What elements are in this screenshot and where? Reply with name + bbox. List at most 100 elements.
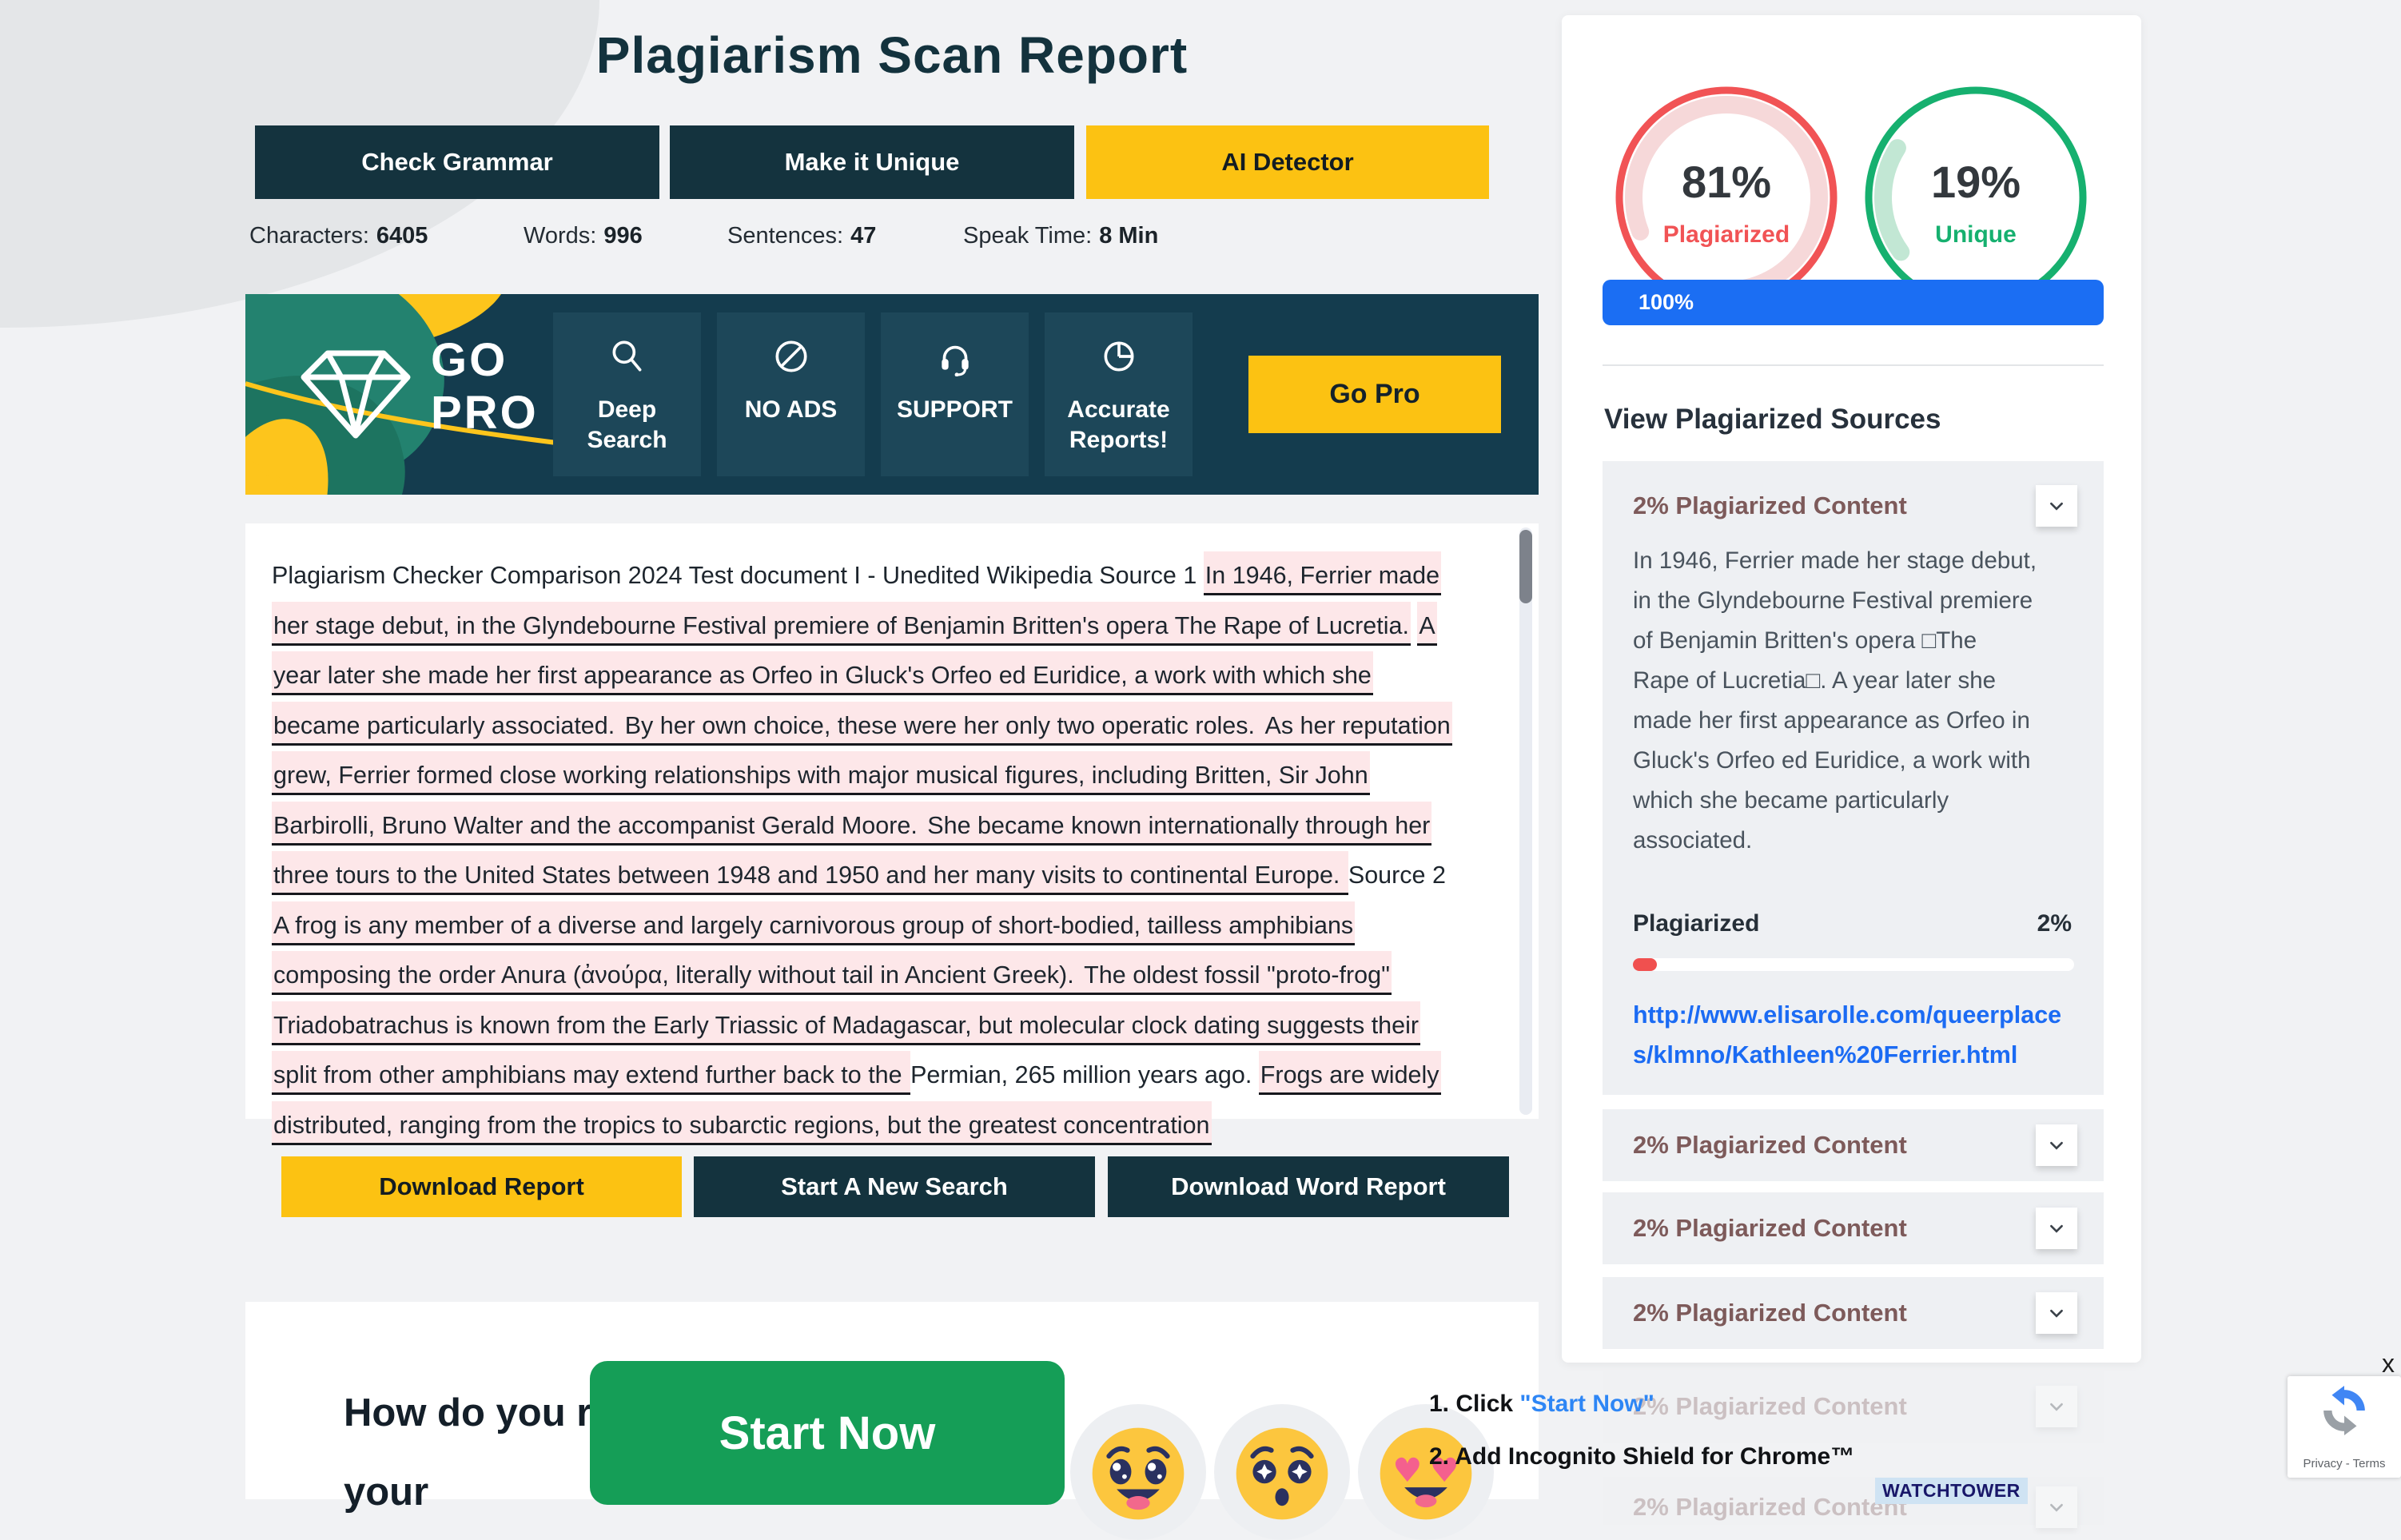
main-column: Plagiarism Scan Report Check Grammar Mak… bbox=[245, 0, 1539, 1499]
source-excerpt: In 1946, Ferrier made her stage debut, i… bbox=[1633, 541, 2039, 861]
recaptcha-icon bbox=[2319, 1386, 2369, 1435]
headset-icon bbox=[935, 336, 975, 376]
chevron-down-icon bbox=[2049, 1403, 2064, 1411]
feature-no-ads: NO ADS bbox=[717, 312, 865, 476]
source-card-collapsed: 2% Plagiarized Content bbox=[1603, 1192, 2104, 1264]
go-pro-wordmark: GO PRO bbox=[431, 334, 539, 440]
stat-sentences: Sentences:47 bbox=[727, 223, 876, 249]
scanned-document-text: Plagiarism Checker Comparison 2024 Test … bbox=[272, 551, 1455, 1150]
source-card-title: 2% Plagiarized Content bbox=[1633, 1131, 1907, 1160]
chevron-down-icon bbox=[2049, 1503, 2064, 1512]
source-meter-label: Plagiarized bbox=[1633, 910, 1759, 937]
stat-words: Words:996 bbox=[524, 223, 643, 249]
start-new-search-button[interactable]: Start A New Search bbox=[694, 1156, 1095, 1217]
sources-heading: View Plagiarized Sources bbox=[1604, 404, 1941, 436]
watchtower-logo: WATCHTOWER bbox=[1875, 1478, 2028, 1504]
scanned-document-panel: Plagiarism Checker Comparison 2024 Test … bbox=[245, 523, 1539, 1119]
text-run: Source 2 bbox=[1348, 862, 1446, 889]
no-ads-icon bbox=[771, 336, 811, 376]
source-card-title: 2% Plagiarized Content bbox=[1633, 1493, 1907, 1522]
collapse-source-button[interactable] bbox=[2036, 485, 2077, 527]
unique-gauge-value: 19% bbox=[1862, 156, 2089, 208]
rating-option[interactable]: ♥ ♥ bbox=[1358, 1404, 1494, 1540]
source-meter-track bbox=[1633, 958, 2074, 971]
start-now-button[interactable]: Start Now bbox=[590, 1361, 1065, 1505]
chevron-down-icon bbox=[2049, 1224, 2064, 1233]
source-card-collapsed-faded: 2% Plagiarized Content bbox=[1603, 1477, 2104, 1525]
source-card-collapsed: 2% Plagiarized Content bbox=[1603, 1109, 2104, 1181]
source-card-title: 2% Plagiarized Content bbox=[1633, 1214, 1907, 1243]
expand-source-button bbox=[2036, 1486, 2077, 1528]
results-sidebar: 81% Plagiarized 19% Unique 100% View Pla… bbox=[1562, 15, 2141, 1363]
go-pro-banner: GO PRO Deep Search NO ADS bbox=[245, 294, 1539, 495]
source-meter-value: 2% bbox=[2037, 910, 2072, 937]
text-run: Plagiarism Checker Comparison 2024 Test … bbox=[272, 562, 1204, 589]
start-now-label: Start Now bbox=[719, 1407, 936, 1460]
plagiarized-gauge-label: Plagiarized bbox=[1613, 221, 1840, 249]
rating-option[interactable] bbox=[1214, 1404, 1350, 1540]
download-report-button[interactable]: Download Report bbox=[281, 1156, 682, 1217]
promo-step-2: 2. Add Incognito Shield for Chrome™ bbox=[1429, 1443, 1854, 1470]
unique-gauge-label: Unique bbox=[1862, 221, 2089, 249]
rating-option[interactable] bbox=[1070, 1404, 1206, 1540]
source-meter-fill bbox=[1633, 958, 1657, 971]
plagiarized-gauge-value: 81% bbox=[1613, 156, 1840, 208]
feature-label: Accurate Reports! bbox=[1045, 395, 1193, 456]
page-title: Plagiarism Scan Report bbox=[245, 26, 1539, 85]
download-word-report-button[interactable]: Download Word Report bbox=[1108, 1156, 1509, 1217]
chevron-down-icon bbox=[2049, 1141, 2064, 1150]
ai-detector-label: AI Detector bbox=[1221, 148, 1353, 177]
source-url-link[interactable]: http://www.elisarolle.com/queerplaces/kl… bbox=[1633, 995, 2079, 1075]
scan-progress-bar: 100% bbox=[1603, 280, 2104, 325]
text-run: Permian, 265 million years ago. bbox=[910, 1061, 1259, 1088]
svg-text:♥: ♥ bbox=[1392, 1450, 1422, 1490]
make-it-unique-label: Make it Unique bbox=[785, 148, 960, 177]
chevron-down-icon bbox=[2049, 1309, 2064, 1318]
rating-card: How do you rate your bbox=[245, 1302, 1539, 1499]
scrollbar-track[interactable] bbox=[1519, 527, 1532, 1115]
heart-eyes-emoji-icon: ♥ ♥ bbox=[1377, 1425, 1475, 1522]
ai-detector-button[interactable]: AI Detector bbox=[1086, 125, 1489, 199]
excited-emoji-icon bbox=[1089, 1425, 1187, 1522]
start-new-search-label: Start A New Search bbox=[781, 1172, 1008, 1201]
promo-start-now-link[interactable]: "Start Now" bbox=[1519, 1391, 1654, 1417]
recaptcha-badge[interactable]: Privacy - Terms bbox=[2288, 1376, 2401, 1478]
feature-support: SUPPORT bbox=[881, 312, 1029, 476]
source-card-title: 2% Plagiarized Content bbox=[1633, 491, 1907, 520]
promo-step-1: 1. Click "Start Now" bbox=[1429, 1391, 1654, 1418]
scan-progress-label: 100% bbox=[1638, 290, 1694, 315]
document-stats: Characters:6405 Words:996 Sentences:47 S… bbox=[245, 223, 1539, 255]
diamond-icon bbox=[292, 344, 420, 444]
make-it-unique-button[interactable]: Make it Unique bbox=[670, 125, 1074, 199]
feature-label: Deep Search bbox=[553, 395, 701, 456]
recaptcha-privacy-terms[interactable]: Privacy - Terms bbox=[2288, 1457, 2401, 1470]
scrollbar-thumb[interactable] bbox=[1519, 530, 1532, 603]
close-icon[interactable]: x bbox=[2382, 1349, 2395, 1379]
download-word-report-label: Download Word Report bbox=[1171, 1172, 1446, 1201]
source-card-expanded: 2% Plagiarized Content In 1946, Ferrier … bbox=[1603, 461, 2104, 1095]
expand-source-button[interactable] bbox=[2036, 1292, 2077, 1334]
feature-deep-search: Deep Search bbox=[553, 312, 701, 476]
source-card-collapsed-faded: 2% Plagiarized Content bbox=[1603, 1371, 2104, 1443]
feature-label: NO ADS bbox=[717, 395, 865, 425]
source-card-collapsed: 2% Plagiarized Content bbox=[1603, 1277, 2104, 1349]
pie-chart-icon bbox=[1099, 336, 1139, 376]
star-struck-emoji-icon bbox=[1233, 1425, 1331, 1522]
source-card-title: 2% Plagiarized Content bbox=[1633, 1299, 1907, 1327]
promo-step-1-text: 1. Click bbox=[1429, 1391, 1519, 1417]
feature-accurate-reports: Accurate Reports! bbox=[1045, 312, 1193, 476]
download-report-label: Download Report bbox=[379, 1172, 584, 1201]
go-pro-button[interactable]: Go Pro bbox=[1248, 356, 1501, 433]
expand-source-button bbox=[2036, 1386, 2077, 1427]
go-pro-button-label: Go Pro bbox=[1329, 379, 1419, 410]
stat-characters: Characters:6405 bbox=[249, 223, 428, 249]
check-grammar-button[interactable]: Check Grammar bbox=[255, 125, 659, 199]
divider bbox=[1603, 364, 2104, 366]
expand-source-button[interactable] bbox=[2036, 1208, 2077, 1249]
plagiarized-text-run[interactable]: By her own choice, these were her only t… bbox=[623, 702, 1264, 746]
chevron-down-icon bbox=[2049, 502, 2064, 511]
expand-source-button[interactable] bbox=[2036, 1124, 2077, 1166]
search-icon bbox=[607, 336, 647, 376]
source-card-title: 2% Plagiarized Content bbox=[1633, 1392, 1907, 1421]
feature-label: SUPPORT bbox=[881, 395, 1029, 425]
